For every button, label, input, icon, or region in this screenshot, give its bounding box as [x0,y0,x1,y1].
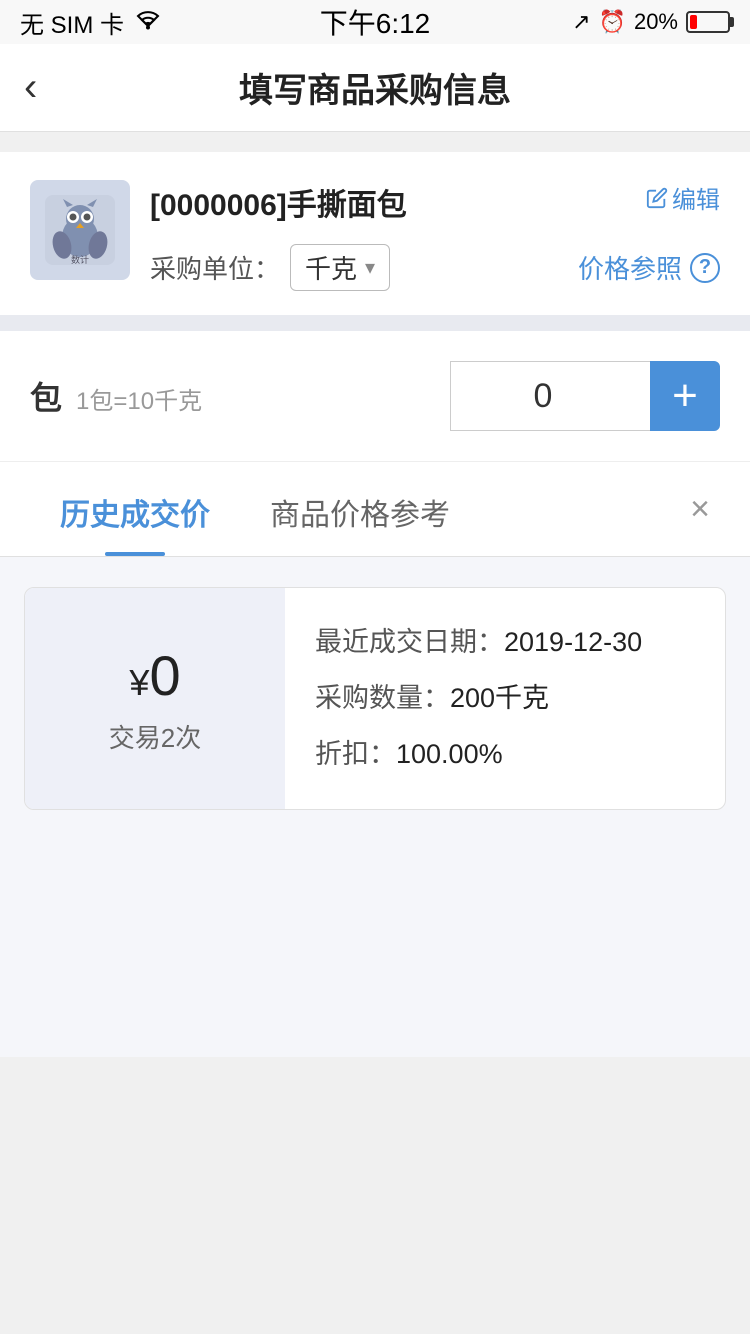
trade-count: 交易2次 [109,718,201,755]
product-card: 数计 [0000006]手撕面包 编辑 采购单位： 千克 [0,152,750,315]
product-image: 数计 [30,180,130,280]
quantity-plus-button[interactable]: + [650,361,720,431]
quantity-unit-label: 包 [30,373,62,419]
quantity-conversion-label: 1包=10千克 [76,381,202,416]
purchase-unit-label: 采购单位： [150,249,280,286]
time-display: 下午6:12 [320,2,431,42]
date-value: 2019-12-30 [504,627,642,657]
unit-chevron-icon: ▾ [365,255,375,280]
status-bar: 无 SIM 卡 下午6:12 ↗ ⏰ 20% [0,0,750,44]
section-divider [0,315,750,331]
price-amount: ¥0 [129,643,180,708]
price-ref-button[interactable]: 价格参照 ? [578,249,720,286]
edit-label: 编辑 [672,180,720,215]
content-area: ¥0 交易2次 最近成交日期：2019-12-30 采购数量：200千克 折扣：… [0,557,750,1057]
carrier-text: 无 SIM 卡 [20,5,124,40]
purchase-qty-label: 采购数量： [315,683,450,713]
price-detail-date: 最近成交日期：2019-12-30 [315,624,695,662]
nav-bar: ‹ 填写商品采购信息 [0,44,750,132]
product-top: 数计 [0000006]手撕面包 编辑 采购单位： 千克 [30,180,720,291]
date-label: 最近成交日期： [315,627,504,657]
edit-button[interactable]: 编辑 [646,180,720,215]
price-ref-help-icon: ? [690,253,720,283]
tabs-container: 历史成交价 商品价格参考 × [0,462,750,557]
product-logo: 数计 [45,195,115,265]
wifi-icon [134,8,162,37]
price-detail-discount: 折扣：100.00% [315,736,695,774]
discount-value: 100.00% [396,739,503,769]
price-value: 0 [149,644,180,707]
tab-product-price-ref[interactable]: 商品价格参考 [240,462,480,556]
price-left-panel: ¥0 交易2次 [25,588,285,809]
product-info: [0000006]手撕面包 编辑 采购单位： 千克 ▾ [150,180,720,291]
currency-symbol: ¥ [129,662,149,703]
product-header-row: [0000006]手撕面包 编辑 [150,180,720,224]
tab-close-button[interactable]: × [680,480,720,539]
purchase-unit-group: 采购单位： 千克 ▾ [150,244,390,291]
quantity-input[interactable] [450,361,650,431]
unit-value: 千克 [305,249,357,286]
price-ref-label: 价格参照 [578,249,682,286]
price-right-panel: 最近成交日期：2019-12-30 采购数量：200千克 折扣：100.00% [285,588,725,809]
quantity-row: 包 1包=10千克 + [0,331,750,462]
tabs-group: 历史成交价 商品价格参考 [30,462,480,556]
product-full-name: [0000006]手撕面包 [150,180,407,224]
purchase-unit-row: 采购单位： 千克 ▾ 价格参照 ? [150,244,720,291]
tab-history-price[interactable]: 历史成交价 [30,462,240,556]
location-icon: ↗ [572,9,590,35]
edit-icon [646,187,668,209]
price-detail-quantity: 采购数量：200千克 [315,680,695,718]
status-right: ↗ ⏰ 20% [572,9,730,35]
price-card: ¥0 交易2次 最近成交日期：2019-12-30 采购数量：200千克 折扣：… [24,587,726,810]
purchase-qty-value: 200千克 [450,683,549,713]
svg-text:数计: 数计 [71,254,89,265]
quantity-label-group: 包 1包=10千克 [30,373,202,419]
quantity-input-group: + [450,361,720,431]
discount-label: 折扣： [315,739,396,769]
status-left: 无 SIM 卡 [20,5,162,40]
page-title: 填写商品采购信息 [239,63,511,112]
back-button[interactable]: ‹ [24,65,37,110]
battery-percent: 20% [634,9,678,35]
unit-selector[interactable]: 千克 ▾ [290,244,390,291]
battery-icon [686,11,730,33]
alarm-icon: ⏰ [599,9,626,35]
